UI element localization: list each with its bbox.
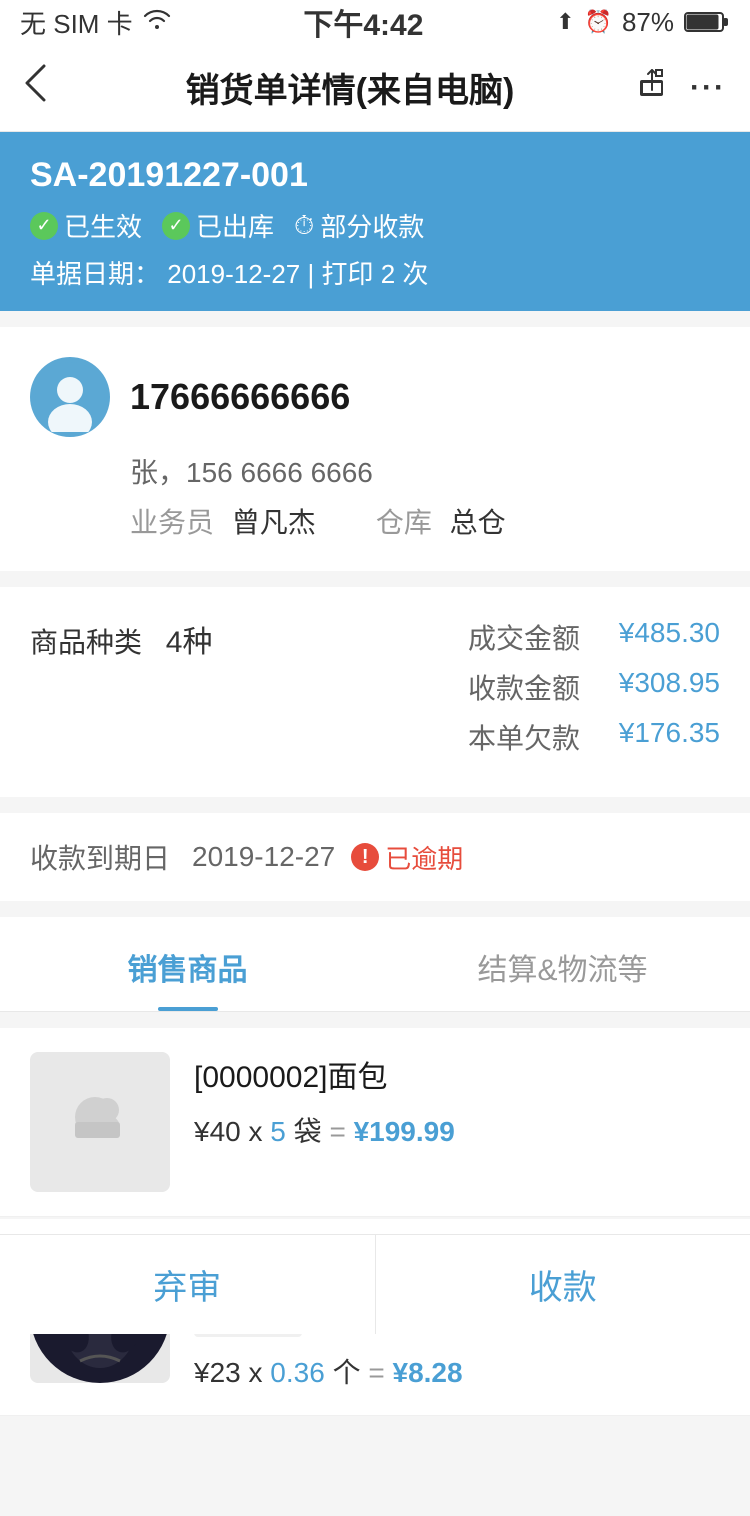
warehouse-meta: 仓库 总仓	[376, 501, 506, 541]
product-info-bread: [0000002]面包 ¥40 x 5 袋 = ¥199.99	[194, 1052, 720, 1150]
check-icon-2: ✓	[162, 212, 190, 240]
customer-phone: 17666666666	[130, 376, 350, 418]
clock-icon: ⏱	[294, 210, 314, 242]
badge-effective: ✓ 已生效	[30, 207, 142, 244]
badge-shipped: ✓ 已出库	[162, 207, 274, 244]
abandon-review-button[interactable]: 弃审	[0, 1235, 376, 1334]
status-bar: 无 SIM 卡 下午4:42 ⬆ ⏰ 87%	[0, 0, 750, 44]
wifi-icon	[143, 7, 171, 38]
status-right: ⬆ ⏰ 87%	[556, 7, 730, 38]
salesperson-meta: 业务员 曾凡杰	[130, 501, 316, 541]
tab-settlement[interactable]: 结算&物流等	[375, 917, 750, 1011]
tab-sales-products[interactable]: 销售商品	[0, 917, 375, 1011]
share-icon[interactable]	[634, 66, 670, 110]
carrier-label: 无 SIM 卡	[20, 4, 133, 41]
due-section: 收款到期日 2019-12-27 ! 已逾期	[0, 813, 750, 901]
nav-actions: ···	[634, 66, 726, 110]
status-left: 无 SIM 卡	[20, 4, 171, 41]
customer-row: 17666666666	[30, 357, 720, 437]
product-thumb-bread	[30, 1052, 170, 1192]
customer-section: 17666666666 张，156 6666 6666 业务员 曾凡杰 仓库 总…	[0, 327, 750, 571]
more-icon[interactable]: ···	[690, 71, 726, 105]
battery-label: 87%	[622, 7, 674, 38]
bottom-bar: 弃审 收款	[0, 1234, 750, 1334]
order-date-row: 单据日期： 2019-12-27 | 打印 2 次	[30, 254, 720, 291]
battery-icon	[684, 10, 730, 34]
alarm-icon: ⏰	[585, 9, 612, 35]
stats-left: 商品种类 4种	[30, 617, 375, 661]
product-price-cookie: ¥23 x 0.36 个 = ¥8.28	[194, 1351, 720, 1391]
stats-right: 成交金额 ¥485.30 收款金额 ¥308.95 本单欠款 ¥176.35	[375, 617, 720, 767]
product-price-bread: ¥40 x 5 袋 = ¥199.99	[194, 1110, 720, 1150]
amount-row: 成交金额 ¥485.30	[375, 617, 720, 657]
product-placeholder-icon	[60, 1082, 140, 1162]
nav-bar: 销货单详情(来自电脑) ···	[0, 44, 750, 132]
status-time: 下午4:42	[303, 0, 423, 44]
product-item-bread: [0000002]面包 ¥40 x 5 袋 = ¥199.99	[0, 1028, 750, 1217]
collect-payment-button[interactable]: 收款	[376, 1235, 750, 1334]
overdue-badge: ! 已逾期	[351, 839, 463, 876]
overdue-icon: !	[351, 843, 379, 871]
customer-name-phone: 张，156 6666 6666	[30, 451, 720, 491]
back-button[interactable]	[24, 64, 46, 111]
avatar	[30, 357, 110, 437]
owed-row: 本单欠款 ¥176.35	[375, 717, 720, 757]
category-count: 商品种类 4种	[30, 617, 375, 661]
order-id: SA-20191227-001	[30, 156, 720, 195]
customer-meta: 业务员 曾凡杰 仓库 总仓	[30, 501, 720, 541]
tabs-row: 销售商品 结算&物流等	[0, 917, 750, 1012]
location-icon: ⬆	[556, 9, 574, 35]
check-icon-1: ✓	[30, 212, 58, 240]
stats-section: 商品种类 4种 成交金额 ¥485.30 收款金额 ¥308.95 本单欠款 ¥…	[0, 587, 750, 797]
received-row: 收款金额 ¥308.95	[375, 667, 720, 707]
product-name-bread: [0000002]面包	[194, 1052, 720, 1096]
page-title: 销货单详情(来自电脑)	[66, 63, 634, 112]
order-badges: ✓ 已生效 ✓ 已出库 ⏱ 部分收款	[30, 207, 720, 244]
badge-partial-payment: ⏱ 部分收款	[294, 207, 424, 244]
tabs-section: 销售商品 结算&物流等	[0, 917, 750, 1012]
order-header: SA-20191227-001 ✓ 已生效 ✓ 已出库 ⏱ 部分收款 单据日期：…	[0, 132, 750, 311]
